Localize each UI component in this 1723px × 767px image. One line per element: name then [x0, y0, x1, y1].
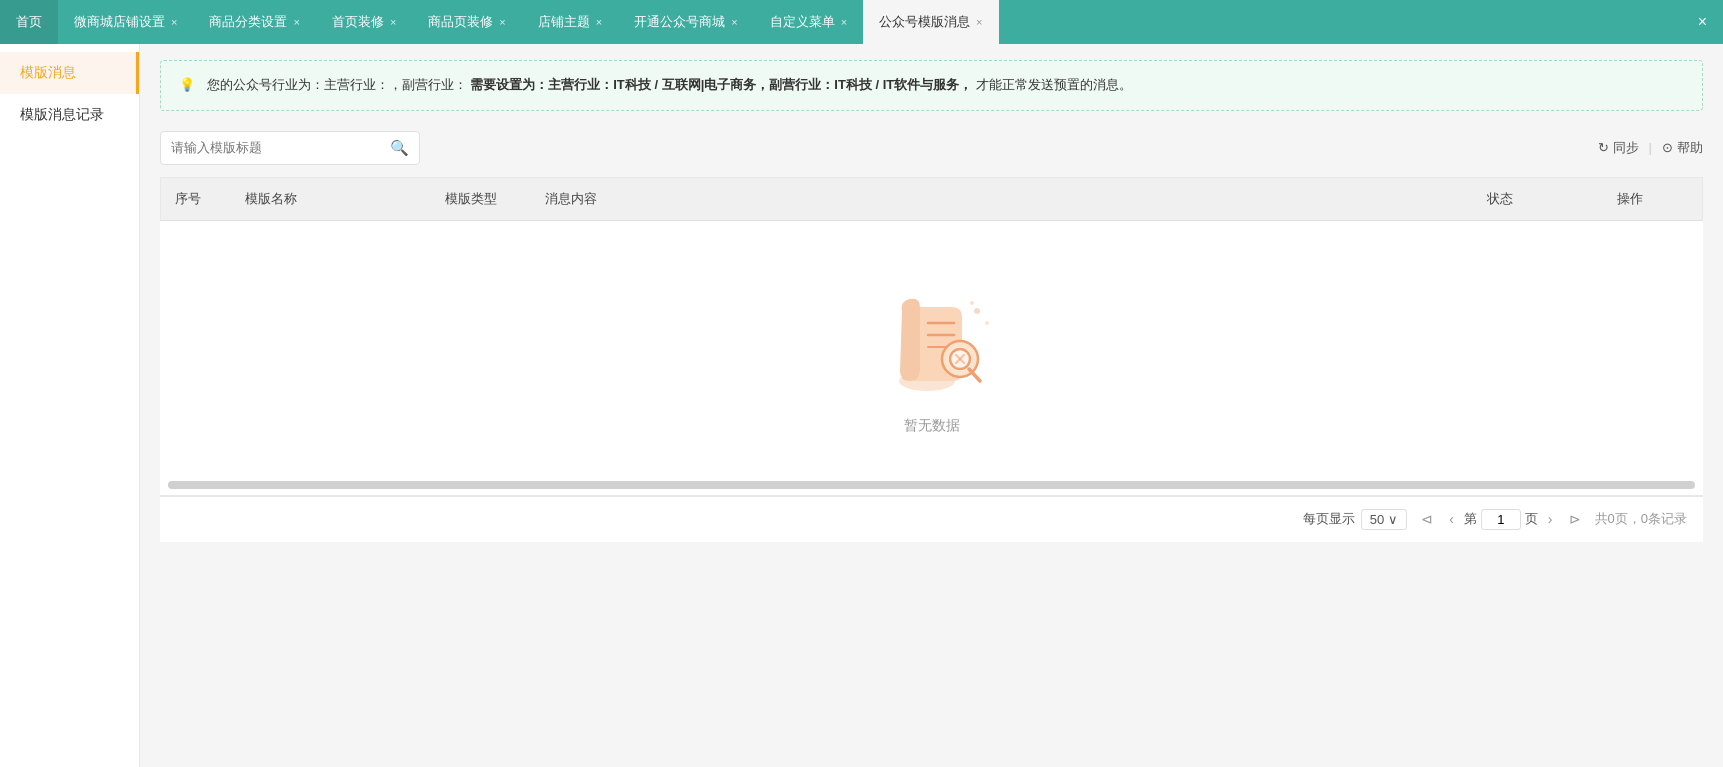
page-input[interactable] [1481, 509, 1521, 530]
next-page-button[interactable]: › [1542, 509, 1559, 529]
toolbar: 🔍 ↻ 同步 | ⊙ 帮助 [160, 131, 1703, 165]
notice-text2: 才能正常发送预置的消息。 [976, 77, 1132, 92]
sync-label: 同步 [1613, 139, 1639, 157]
col-status: 状态 [1473, 177, 1603, 220]
nav-item-home-decor-close[interactable]: × [390, 16, 396, 28]
sync-button[interactable]: ↻ 同步 [1598, 139, 1639, 157]
scroll-bar-row[interactable] [160, 475, 1703, 496]
page-nav: ⊲ ‹ 第 页 › ⊳ [1415, 509, 1586, 530]
page-unit: 页 [1525, 510, 1538, 528]
nav-item-template-msg-close[interactable]: × [976, 16, 982, 28]
nav-item-custom-menu[interactable]: 自定义菜单 × [754, 0, 863, 44]
notice-box: 💡 您的公众号行业为：主营行业：，副营行业： 需要设置为：主营行业：IT科技 /… [160, 60, 1703, 111]
main-content: 💡 您的公众号行业为：主营行业：，副营行业： 需要设置为：主营行业：IT科技 /… [140, 44, 1723, 767]
empty-text: 暂无数据 [904, 417, 960, 435]
last-page-button[interactable]: ⊳ [1563, 509, 1587, 529]
col-index: 序号 [161, 177, 231, 220]
nav-item-product-decor-close[interactable]: × [499, 16, 505, 28]
nav-item-product-decor-label: 商品页装修 [428, 13, 493, 31]
sync-icon: ↻ [1598, 140, 1609, 155]
nav-item-category-label: 商品分类设置 [209, 13, 287, 31]
toolbar-right: ↻ 同步 | ⊙ 帮助 [1598, 139, 1703, 157]
nav-item-category-close[interactable]: × [293, 16, 299, 28]
notice-text1: 您的公众号行业为：主营行业：，副营行业： [207, 77, 467, 92]
help-icon: ⊙ [1662, 140, 1673, 155]
nav-item-open-mall-close[interactable]: × [731, 16, 737, 28]
pagination: 每页显示 50 ∨ ⊲ ‹ 第 页 › ⊳ 共0页，0条记录 [160, 496, 1703, 542]
nav-item-custom-menu-close[interactable]: × [841, 16, 847, 28]
nav-item-shop-settings[interactable]: 微商城店铺设置 × [58, 0, 193, 44]
prev-page-button[interactable]: ‹ [1443, 509, 1460, 529]
sidebar-item-template-msg[interactable]: 模版消息 [0, 52, 139, 94]
empty-state-icon [872, 281, 992, 401]
search-input[interactable] [171, 140, 390, 155]
top-nav: 首页 微商城店铺设置 × 商品分类设置 × 首页装修 × 商品页装修 × 店铺主… [0, 0, 1723, 44]
sidebar-item-template-msg-records[interactable]: 模版消息记录 [0, 94, 139, 136]
nav-item-theme-label: 店铺主题 [538, 13, 590, 31]
per-page-label: 每页显示 [1303, 510, 1355, 528]
nav-item-theme-close[interactable]: × [596, 16, 602, 28]
data-table: 序号 模版名称 模版类型 消息内容 状态 操作 [160, 177, 1703, 221]
nav-item-theme[interactable]: 店铺主题 × [522, 0, 618, 44]
page-size-dropdown[interactable]: 50 ∨ [1361, 509, 1407, 530]
col-content: 消息内容 [531, 177, 1473, 220]
close-all-button[interactable]: × [1682, 13, 1723, 31]
nav-item-shop-settings-close[interactable]: × [171, 16, 177, 28]
table-header-row: 序号 模版名称 模版类型 消息内容 状态 操作 [161, 177, 1703, 220]
notice-icon: 💡 [179, 77, 195, 92]
col-action: 操作 [1603, 177, 1703, 220]
page-size-select: 每页显示 50 ∨ [1303, 509, 1407, 530]
sidebar: 模版消息 模版消息记录 [0, 44, 140, 767]
nav-item-template-msg[interactable]: 公众号模版消息 × [863, 0, 998, 44]
svg-point-10 [974, 308, 980, 314]
nav-item-category[interactable]: 商品分类设置 × [193, 0, 315, 44]
table-container: 序号 模版名称 模版类型 消息内容 状态 操作 [160, 177, 1703, 542]
toolbar-divider: | [1649, 140, 1652, 155]
search-icon[interactable]: 🔍 [390, 139, 409, 157]
nav-item-template-msg-label: 公众号模版消息 [879, 13, 970, 31]
nav-item-home-decor-label: 首页装修 [332, 13, 384, 31]
nav-item-shop-settings-label: 微商城店铺设置 [74, 13, 165, 31]
col-type: 模版类型 [431, 177, 531, 220]
sidebar-item-template-msg-label: 模版消息 [20, 64, 76, 80]
empty-state: 暂无数据 [160, 221, 1703, 475]
svg-point-12 [970, 301, 974, 305]
sidebar-item-template-msg-records-label: 模版消息记录 [20, 106, 104, 122]
page-size-chevron-icon: ∨ [1388, 512, 1398, 527]
scroll-track[interactable] [168, 481, 1695, 489]
page-word: 第 [1464, 510, 1477, 528]
notice-highlight: 需要设置为：主营行业：IT科技 / 互联网|电子商务，副营行业：IT科技 / I… [470, 77, 972, 92]
nav-item-product-decor[interactable]: 商品页装修 × [412, 0, 521, 44]
nav-item-open-mall[interactable]: 开通公众号商城 × [618, 0, 753, 44]
first-page-button[interactable]: ⊲ [1415, 509, 1439, 529]
nav-item-home-label: 首页 [16, 13, 42, 31]
nav-item-home[interactable]: 首页 [0, 0, 58, 44]
col-name: 模版名称 [231, 177, 431, 220]
nav-item-open-mall-label: 开通公众号商城 [634, 13, 725, 31]
nav-item-custom-menu-label: 自定义菜单 [770, 13, 835, 31]
help-label: 帮助 [1677, 139, 1703, 157]
svg-point-11 [985, 321, 989, 325]
main-layout: 模版消息 模版消息记录 💡 您的公众号行业为：主营行业：，副营行业： 需要设置为… [0, 44, 1723, 767]
search-area: 🔍 [160, 131, 420, 165]
nav-item-home-decor[interactable]: 首页装修 × [316, 0, 412, 44]
page-size-value: 50 [1370, 512, 1384, 527]
help-button[interactable]: ⊙ 帮助 [1662, 139, 1703, 157]
page-total-info: 共0页，0条记录 [1595, 510, 1687, 528]
